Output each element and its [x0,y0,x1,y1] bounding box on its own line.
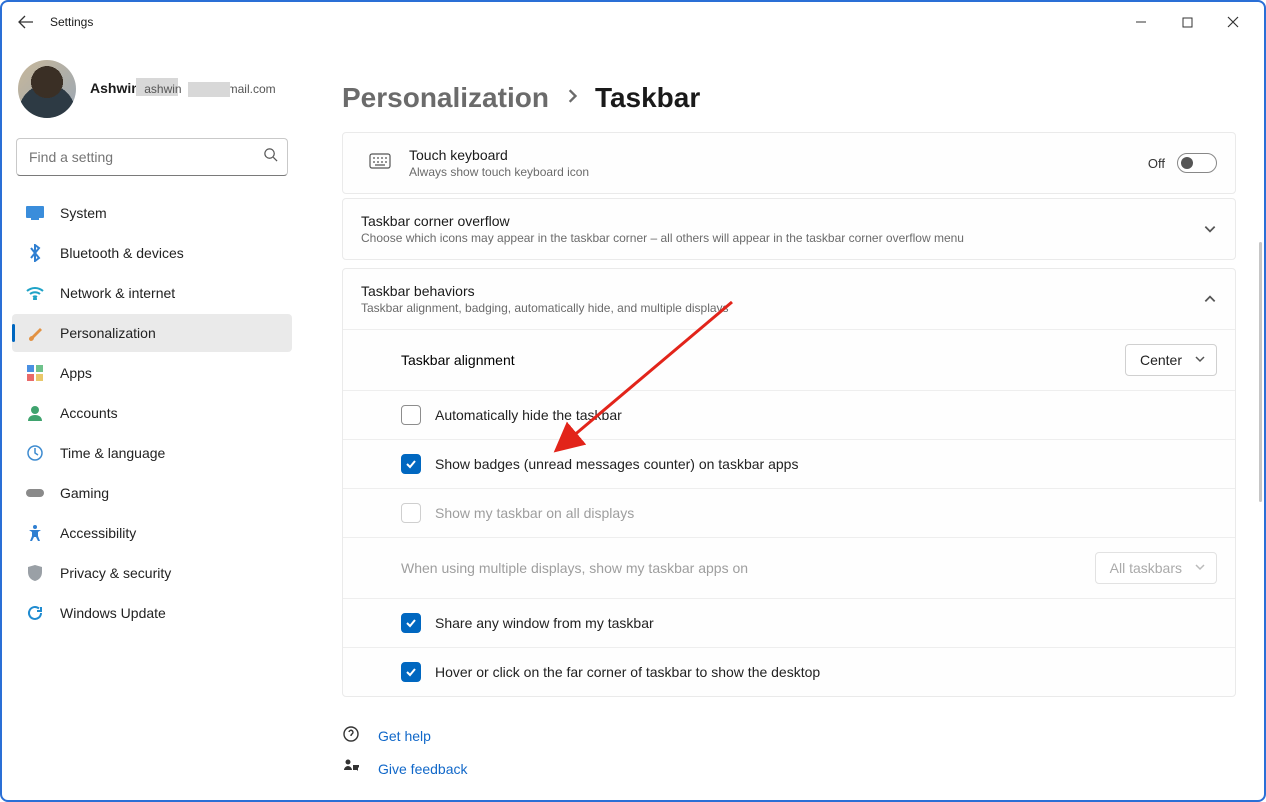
alignment-label: Taskbar alignment [401,352,1125,368]
hover-corner-row[interactable]: Hover or click on the far corner of task… [343,647,1235,696]
multi-display-label: When using multiple displays, show my ta… [401,560,1095,576]
breadcrumb-parent[interactable]: Personalization [342,82,549,114]
titlebar: Settings [2,2,1264,42]
redaction-mask [188,82,230,97]
nav-label: Network & internet [60,285,175,301]
toggle-state-label: Off [1148,156,1165,171]
alignment-row: Taskbar alignment Center [343,329,1235,390]
update-icon [26,604,44,622]
badges-row[interactable]: Show badges (unread messages counter) on… [343,439,1235,488]
auto-hide-row[interactable]: Automatically hide the taskbar [343,390,1235,439]
nav-item-update[interactable]: Windows Update [12,594,292,632]
sidebar: Ashwin ashwinxxxxxxotmail.com System [2,42,302,800]
row-subtitle: Choose which icons may appear in the tas… [361,231,1185,245]
row-title: Touch keyboard [409,147,1130,163]
nav-item-bluetooth[interactable]: Bluetooth & devices [12,234,292,272]
link-label: Get help [378,728,431,744]
get-help-link[interactable]: Get help [342,725,1236,746]
nav-item-personalization[interactable]: Personalization [12,314,292,352]
nav-item-time-language[interactable]: Time & language [12,434,292,472]
behaviors-section: Taskbar behaviors Taskbar alignment, bad… [342,268,1236,697]
nav-item-accounts[interactable]: Accounts [12,394,292,432]
chevron-right-icon [565,89,579,108]
nav-label: Windows Update [60,605,166,621]
search-input[interactable] [16,138,288,176]
row-subtitle: Always show touch keyboard icon [409,165,1130,179]
breadcrumb: Personalization Taskbar [342,82,1236,114]
chevron-down-icon [1194,352,1206,368]
accessibility-icon [26,524,44,542]
behaviors-header[interactable]: Taskbar behaviors Taskbar alignment, bad… [343,269,1235,329]
checkbox-label: Show my taskbar on all displays [435,505,634,521]
overflow-section[interactable]: Taskbar corner overflow Choose which ico… [342,198,1236,260]
checkbox-label: Hover or click on the far corner of task… [435,664,820,680]
monitor-icon [26,204,44,222]
nav-label: Apps [60,365,92,381]
nav-label: System [60,205,107,221]
alignment-select[interactable]: Center [1125,344,1217,376]
search-icon [263,147,278,167]
nav-item-apps[interactable]: Apps [12,354,292,392]
help-icon [342,725,362,746]
touch-keyboard-row[interactable]: Touch keyboard Always show touch keyboar… [342,132,1236,194]
checkbox-label: Share any window from my taskbar [435,615,654,631]
minimize-button[interactable] [1118,6,1164,38]
window-title: Settings [50,15,93,29]
nav-label: Time & language [60,445,165,461]
wifi-icon [26,284,44,302]
share-window-row[interactable]: Share any window from my taskbar [343,598,1235,647]
nav-item-system[interactable]: System [12,194,292,232]
row-subtitle: Taskbar alignment, badging, automaticall… [361,301,1185,315]
all-displays-row: Show my taskbar on all displays [343,488,1235,537]
multi-display-row: When using multiple displays, show my ta… [343,537,1235,598]
multi-display-select: All taskbars [1095,552,1217,584]
nav-item-accessibility[interactable]: Accessibility [12,514,292,552]
nav-list: System Bluetooth & devices Network & int… [12,194,292,632]
auto-hide-checkbox[interactable] [401,405,421,425]
checkbox-label: Show badges (unread messages counter) on… [435,456,798,472]
search-box[interactable] [16,138,288,176]
nav-label: Personalization [60,325,156,341]
profile-name: Ashwin [90,80,140,96]
bluetooth-icon [26,244,44,262]
chevron-down-icon [1194,560,1206,576]
breadcrumb-current: Taskbar [595,82,700,114]
badges-checkbox[interactable] [401,454,421,474]
globe-clock-icon [26,444,44,462]
brush-icon [26,324,44,342]
gamepad-icon [26,484,44,502]
nav-label: Gaming [60,485,109,501]
back-button[interactable] [10,6,42,38]
nav-label: Accessibility [60,525,136,541]
checkbox-label: Automatically hide the taskbar [435,407,622,423]
nav-label: Privacy & security [60,565,171,581]
close-button[interactable] [1210,6,1256,38]
nav-item-network[interactable]: Network & internet [12,274,292,312]
nav-item-privacy[interactable]: Privacy & security [12,554,292,592]
chevron-down-icon [1203,222,1217,236]
main-content: Personalization Taskbar Touch keyboard A… [302,42,1264,800]
row-title: Taskbar behaviors [361,283,1185,299]
profile-block[interactable]: Ashwin ashwinxxxxxxotmail.com [12,56,292,132]
touch-keyboard-toggle[interactable] [1177,153,1217,173]
feedback-icon [342,758,362,779]
scrollbar[interactable] [1259,242,1262,502]
shield-icon [26,564,44,582]
keyboard-icon [369,153,391,174]
all-displays-checkbox [401,503,421,523]
nav-label: Accounts [60,405,118,421]
maximize-button[interactable] [1164,6,1210,38]
link-label: Give feedback [378,761,468,777]
give-feedback-link[interactable]: Give feedback [342,758,1236,779]
chevron-up-icon [1203,292,1217,306]
apps-icon [26,364,44,382]
hover-corner-checkbox[interactable] [401,662,421,682]
nav-label: Bluetooth & devices [60,245,184,261]
avatar [18,60,76,118]
nav-item-gaming[interactable]: Gaming [12,474,292,512]
footer-links: Get help Give feedback [342,725,1236,779]
row-title: Taskbar corner overflow [361,213,1185,229]
person-icon [26,404,44,422]
share-window-checkbox[interactable] [401,613,421,633]
